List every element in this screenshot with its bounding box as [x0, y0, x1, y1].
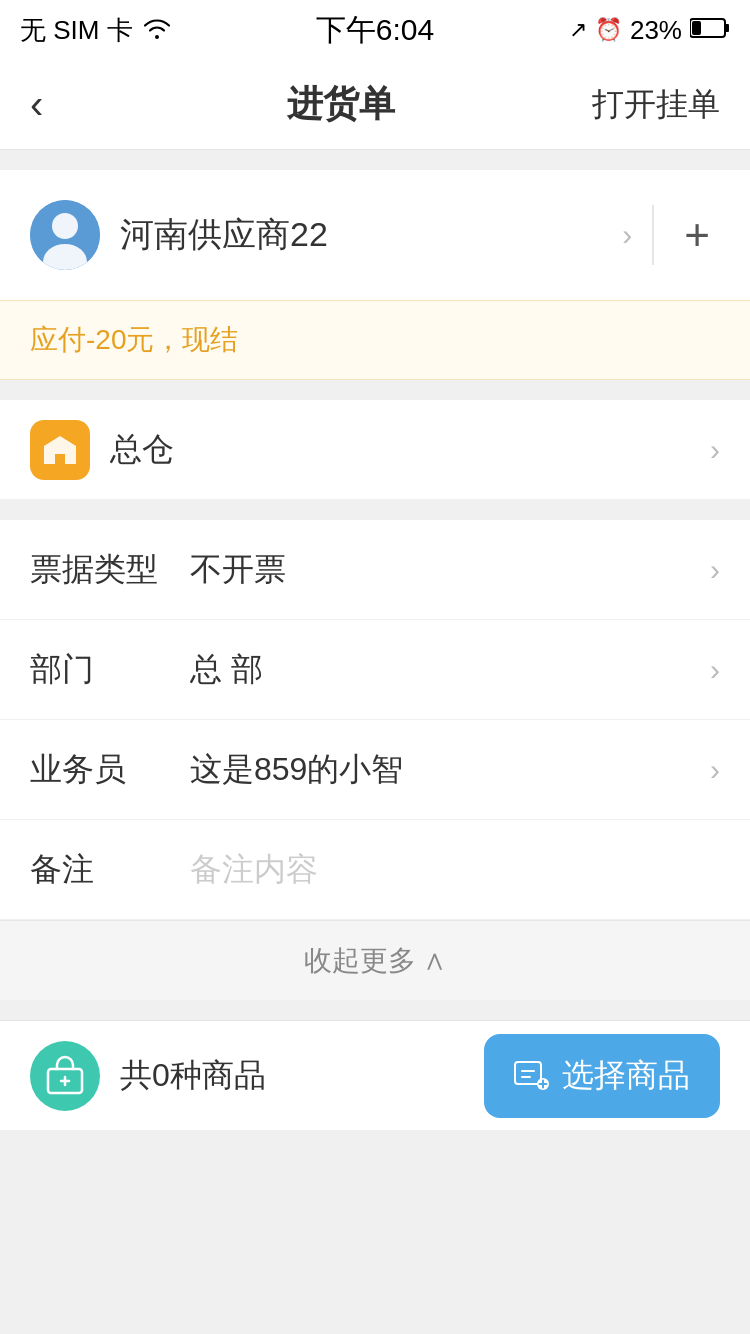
remark-row[interactable]: 备注 备注内容 — [0, 820, 750, 920]
status-right: ↗ ⏰ 23% — [569, 15, 730, 46]
divider-vertical — [652, 205, 654, 265]
add-supplier-button[interactable]: + — [674, 210, 720, 260]
supplier-section: 河南供应商22 › + 应付-20元，现结 — [0, 170, 750, 380]
gray-fill — [0, 1130, 750, 1334]
status-time: 下午6:04 — [316, 10, 434, 51]
department-value: 总 部 — [190, 648, 710, 692]
divider-4 — [0, 1000, 750, 1020]
bottom-bar: 共0种商品 选择商品 — [0, 1020, 750, 1130]
svg-rect-6 — [55, 454, 65, 464]
supplier-chevron-icon: › — [622, 218, 632, 252]
collapse-label: 收起更多 ∧ — [304, 942, 447, 980]
salesperson-value: 这是859的小智 — [190, 748, 710, 792]
svg-rect-2 — [692, 21, 701, 35]
ticket-type-value: 不开票 — [190, 548, 710, 592]
warehouse-icon — [30, 420, 90, 480]
notice-text: 应付-20元，现结 — [30, 324, 238, 355]
form-section: 票据类型 不开票 › 部门 总 部 › 业务员 这是859的小智 › 备注 备注… — [0, 520, 750, 1000]
notice-banner: 应付-20元，现结 — [0, 300, 750, 380]
status-bar: 无 SIM 卡 下午6:04 ↗ ⏰ 23% — [0, 0, 750, 60]
department-row[interactable]: 部门 总 部 › — [0, 620, 750, 720]
divider-3 — [0, 500, 750, 520]
collapse-button[interactable]: 收起更多 ∧ — [0, 920, 750, 1000]
salesperson-row[interactable]: 业务员 这是859的小智 › — [0, 720, 750, 820]
warehouse-name: 总仓 — [110, 428, 710, 472]
svg-rect-10 — [515, 1062, 541, 1084]
supplier-row[interactable]: 河南供应商22 › + — [0, 170, 750, 300]
back-button[interactable]: ‹ — [30, 82, 90, 127]
supplier-avatar — [30, 200, 100, 270]
warehouse-chevron-icon: › — [710, 433, 720, 467]
warehouse-row[interactable]: 总仓 › — [0, 400, 750, 500]
product-count-label: 共0种商品 — [120, 1054, 464, 1098]
salesperson-label: 业务员 — [30, 748, 190, 792]
remark-placeholder: 备注内容 — [190, 848, 720, 892]
divider-1 — [0, 150, 750, 170]
svg-point-4 — [52, 213, 78, 239]
department-label: 部门 — [30, 648, 190, 692]
battery-label: 23% — [630, 15, 682, 46]
wifi-icon — [143, 15, 171, 46]
alarm-icon: ⏰ — [595, 17, 622, 43]
product-icon — [30, 1041, 100, 1111]
select-product-button[interactable]: 选择商品 — [484, 1034, 720, 1118]
divider-2 — [0, 380, 750, 400]
warehouse-section: 总仓 › — [0, 400, 750, 500]
battery-icon — [690, 15, 730, 46]
ticket-type-label: 票据类型 — [30, 548, 190, 592]
page-title: 进货单 — [287, 80, 395, 129]
open-pending-button[interactable]: 打开挂单 — [592, 83, 720, 127]
svg-rect-1 — [725, 24, 729, 32]
salesperson-chevron-icon: › — [710, 753, 720, 787]
select-product-label: 选择商品 — [562, 1054, 690, 1098]
supplier-name: 河南供应商22 — [120, 212, 622, 258]
remark-label: 备注 — [30, 848, 190, 892]
nav-bar: ‹ 进货单 打开挂单 — [0, 60, 750, 150]
ticket-type-row[interactable]: 票据类型 不开票 › — [0, 520, 750, 620]
carrier-label: 无 SIM 卡 — [20, 13, 133, 48]
department-chevron-icon: › — [710, 653, 720, 687]
status-left: 无 SIM 卡 — [20, 13, 171, 48]
ticket-type-chevron-icon: › — [710, 553, 720, 587]
location-icon: ↗ — [569, 17, 587, 43]
